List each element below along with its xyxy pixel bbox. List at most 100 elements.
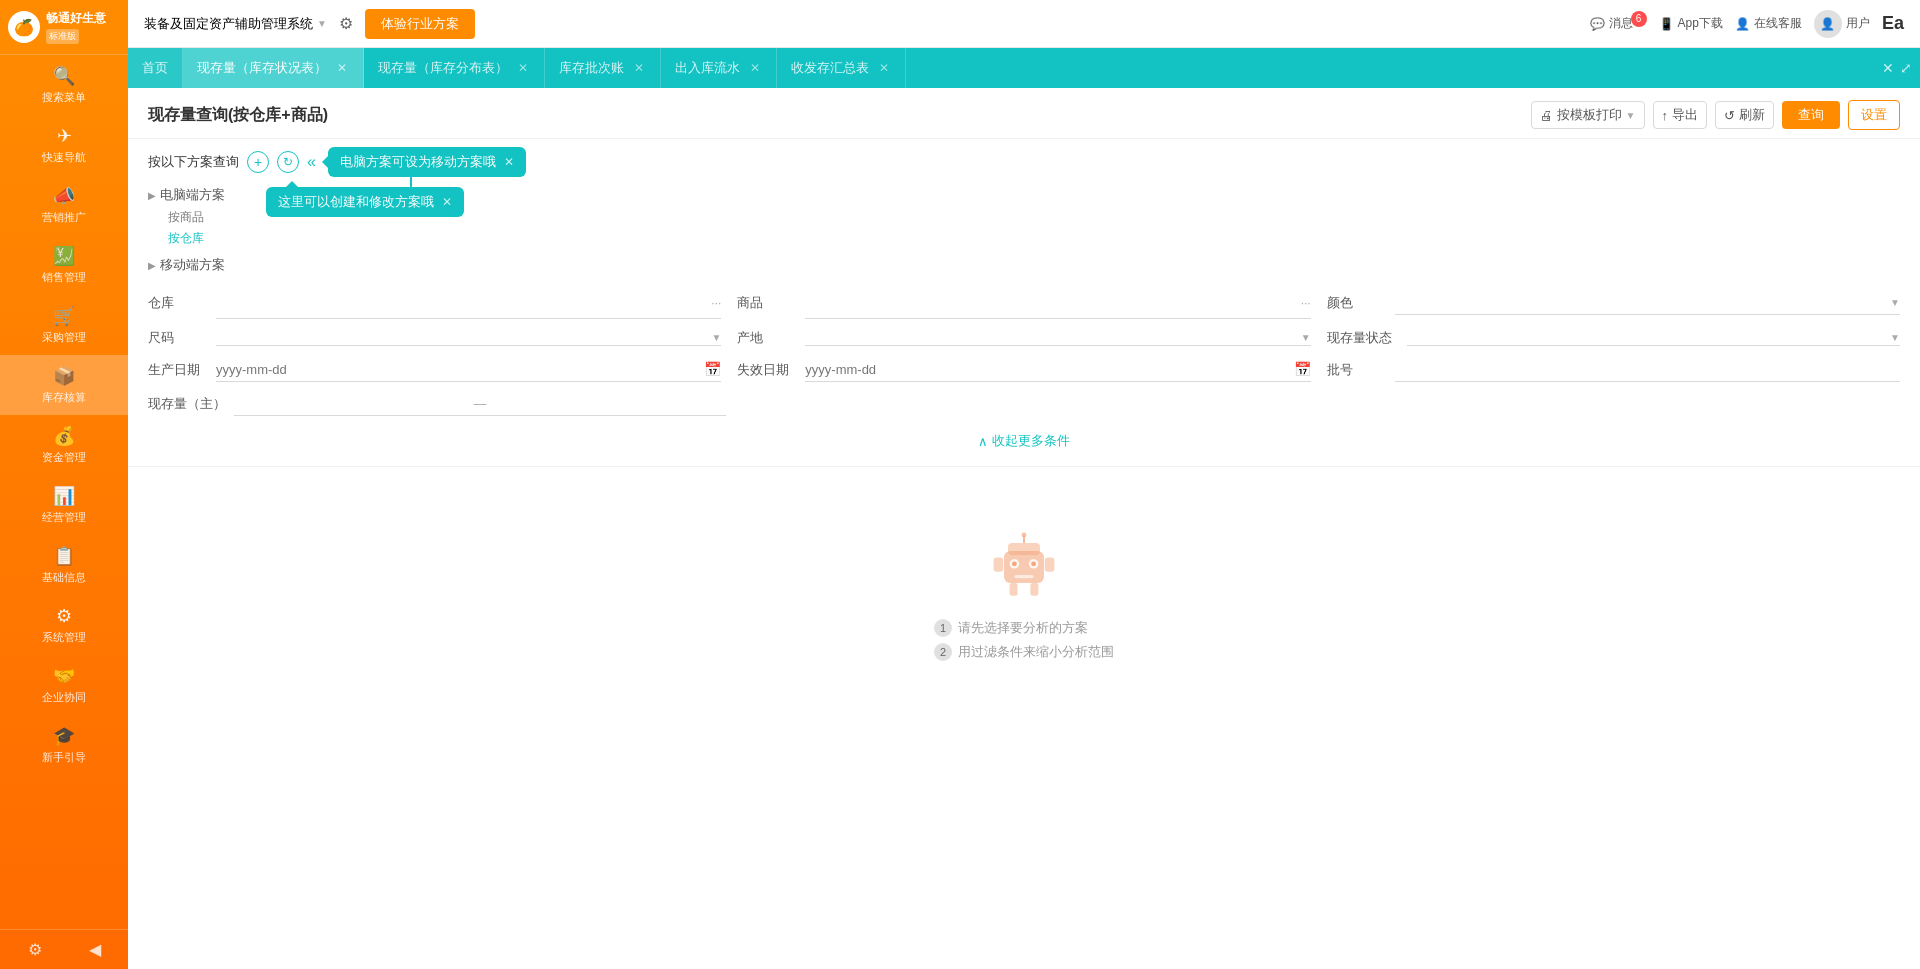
edit-tooltip-close[interactable]: ✕ bbox=[442, 195, 452, 209]
scheme-tooltip: 电脑方案可设为移动方案哦 ✕ bbox=[328, 147, 526, 177]
goods-input[interactable] bbox=[805, 291, 1300, 314]
system-title: 装备及固定资产辅助管理系统 bbox=[144, 15, 313, 33]
scheme-tooltip-text: 电脑方案可设为移动方案哦 bbox=[340, 153, 496, 171]
tab-close-inventory-dist[interactable]: ✕ bbox=[516, 61, 530, 75]
user-menu[interactable]: 👤 用户 bbox=[1814, 10, 1870, 38]
tab-close-summary[interactable]: ✕ bbox=[877, 61, 891, 75]
system-title-dropdown[interactable]: 装备及固定资产辅助管理系统 ▼ bbox=[144, 15, 327, 33]
tab-batch-account-label: 库存批次账 bbox=[559, 59, 624, 77]
filter-row-4: 现存量（主） — bbox=[148, 392, 726, 416]
filter-row-3: 生产日期 📅 失效日期 📅 批号 bbox=[148, 357, 1900, 382]
sidebar-item-label: 新手引导 bbox=[42, 750, 86, 765]
expire-date-label: 失效日期 bbox=[737, 361, 797, 379]
calendar-icon[interactable]: 📅 bbox=[704, 361, 721, 377]
size-input[interactable] bbox=[216, 330, 711, 345]
dropdown-arrow-icon: ▼ bbox=[317, 18, 327, 29]
stock-status-input[interactable] bbox=[1407, 330, 1890, 345]
stock-main-label: 现存量（主） bbox=[148, 395, 226, 413]
refresh-btn[interactable]: ↺ 刷新 bbox=[1715, 101, 1774, 129]
svg-rect-6 bbox=[1014, 575, 1033, 578]
sidebar-item-purchase[interactable]: 🛒 采购管理 bbox=[0, 295, 128, 355]
filter-refresh-btn[interactable]: ↻ bbox=[277, 151, 299, 173]
tab-stock-flow[interactable]: 出入库流水 ✕ bbox=[661, 48, 777, 88]
tab-inventory-dist[interactable]: 现存量（库存分布表） ✕ bbox=[364, 48, 545, 88]
sidebar-item-inventory[interactable]: 📦 库存核算 bbox=[0, 355, 128, 415]
filter-field-expire-date: 失效日期 📅 bbox=[737, 357, 1310, 382]
export-btn[interactable]: ↑ 导出 bbox=[1653, 101, 1708, 129]
sidebar-item-system[interactable]: ⚙ 系统管理 bbox=[0, 595, 128, 655]
reset-btn[interactable]: 设置 bbox=[1848, 100, 1900, 130]
filter-label: 按以下方案查询 bbox=[148, 153, 239, 171]
color-dropdown-icon: ▼ bbox=[1890, 297, 1900, 308]
sidebar-item-basic[interactable]: 📋 基础信息 bbox=[0, 535, 128, 595]
avatar-icon: 👤 bbox=[1820, 17, 1835, 31]
pc-scheme-label: 电脑端方案 bbox=[160, 186, 225, 204]
message-btn[interactable]: 💬 消息 6 bbox=[1590, 15, 1647, 32]
operation-icon: 📊 bbox=[53, 485, 75, 507]
prod-date-wrapper: 📅 bbox=[216, 357, 721, 382]
tab-maximize-icon[interactable]: ⤢ bbox=[1900, 60, 1912, 76]
tab-summary[interactable]: 收发存汇总表 ✕ bbox=[777, 48, 906, 88]
sidebar-item-marketing[interactable]: 📣 营销推广 bbox=[0, 175, 128, 235]
expire-date-input[interactable] bbox=[805, 362, 1293, 377]
expire-calendar-icon[interactable]: 📅 bbox=[1294, 361, 1311, 377]
tab-stock-flow-label: 出入库流水 bbox=[675, 59, 740, 77]
svg-rect-12 bbox=[1030, 583, 1038, 596]
sidebar-item-label: 库存核算 bbox=[42, 390, 86, 405]
prod-date-input[interactable] bbox=[216, 362, 704, 377]
hint-num-1: 1 bbox=[934, 619, 952, 637]
origin-input[interactable] bbox=[805, 330, 1300, 345]
scheme-goods-label: 按商品 bbox=[168, 210, 204, 224]
tab-inventory-status[interactable]: 现存量（库存状况表） ✕ bbox=[183, 48, 364, 88]
tab-batch-account[interactable]: 库存批次账 ✕ bbox=[545, 48, 661, 88]
trial-btn[interactable]: 体验行业方案 bbox=[365, 9, 475, 39]
collapse-btn[interactable]: ∧ 收起更多条件 bbox=[148, 424, 1900, 454]
svg-point-4 bbox=[1012, 561, 1017, 566]
tab-close-stock-flow[interactable]: ✕ bbox=[748, 61, 762, 75]
origin-input-wrapper: ▼ bbox=[805, 330, 1310, 346]
settings-gear-icon[interactable]: ⚙ bbox=[339, 14, 353, 33]
search-btn[interactable]: 查询 bbox=[1782, 101, 1840, 129]
tab-close-inventory-status[interactable]: ✕ bbox=[335, 61, 349, 75]
tab-home[interactable]: 首页 bbox=[128, 48, 183, 88]
filter-arrow-btn[interactable]: « bbox=[307, 153, 316, 171]
export-icon: ↑ bbox=[1662, 108, 1669, 123]
app-download-btn[interactable]: 📱 App下载 bbox=[1659, 15, 1723, 32]
main-area: 装备及固定资产辅助管理系统 ▼ ⚙ 体验行业方案 💬 消息 6 📱 App下载 … bbox=[128, 0, 1920, 969]
sidebar-settings-icon[interactable]: ⚙ bbox=[28, 940, 42, 959]
svg-rect-0 bbox=[1004, 551, 1044, 583]
scheme-subnode-warehouse[interactable]: 按仓库 bbox=[168, 228, 1900, 249]
mobile-scheme-node[interactable]: ▶ 移动端方案 bbox=[148, 253, 1900, 277]
filter-field-size: 尺码 ▼ bbox=[148, 329, 721, 347]
sidebar-item-sales[interactable]: 💹 销售管理 bbox=[0, 235, 128, 295]
batch-input[interactable] bbox=[1395, 358, 1900, 382]
expire-date-wrapper: 📅 bbox=[805, 357, 1310, 382]
print-icon: 🖨 bbox=[1540, 108, 1553, 123]
sidebar-item-operation[interactable]: 📊 经营管理 bbox=[0, 475, 128, 535]
sidebar-item-search[interactable]: 🔍 搜索菜单 bbox=[0, 55, 128, 115]
color-label: 颜色 bbox=[1327, 294, 1387, 312]
sidebar-item-quicknav[interactable]: ✈ 快速导航 bbox=[0, 115, 128, 175]
sidebar-item-guide[interactable]: 🎓 新手引导 bbox=[0, 715, 128, 775]
ea-text: Ea bbox=[1882, 13, 1904, 34]
color-input[interactable] bbox=[1395, 295, 1890, 310]
stock-main-from-input[interactable] bbox=[234, 392, 470, 415]
service-icon: 👤 bbox=[1735, 17, 1750, 31]
stock-status-dropdown-icon: ▼ bbox=[1890, 332, 1900, 343]
warehouse-input[interactable] bbox=[216, 291, 711, 314]
sidebar-collapse-icon[interactable]: ◀ bbox=[89, 940, 101, 959]
tab-close-all-icon[interactable]: ✕ bbox=[1882, 60, 1894, 76]
tab-bar: 首页 现存量（库存状况表） ✕ 现存量（库存分布表） ✕ 库存批次账 ✕ 出入库… bbox=[128, 48, 1920, 88]
template-print-btn[interactable]: 🖨 按模板打印 ▼ bbox=[1531, 101, 1645, 129]
sidebar-item-label: 销售管理 bbox=[42, 270, 86, 285]
sidebar-item-finance[interactable]: 💰 资金管理 bbox=[0, 415, 128, 475]
stock-main-to-input[interactable] bbox=[491, 392, 727, 415]
filter-add-btn[interactable]: + bbox=[247, 151, 269, 173]
color-input-wrapper: ▼ bbox=[1395, 291, 1900, 315]
online-service-btn[interactable]: 👤 在线客服 bbox=[1735, 15, 1802, 32]
tab-close-batch-account[interactable]: ✕ bbox=[632, 61, 646, 75]
sidebar-item-enterprise[interactable]: 🤝 企业协同 bbox=[0, 655, 128, 715]
svg-point-8 bbox=[1022, 533, 1027, 538]
scheme-tooltip-close[interactable]: ✕ bbox=[504, 155, 514, 169]
sidebar-nav: 🔍 搜索菜单 ✈ 快速导航 📣 营销推广 💹 销售管理 🛒 采购管理 📦 库存核… bbox=[0, 55, 128, 929]
